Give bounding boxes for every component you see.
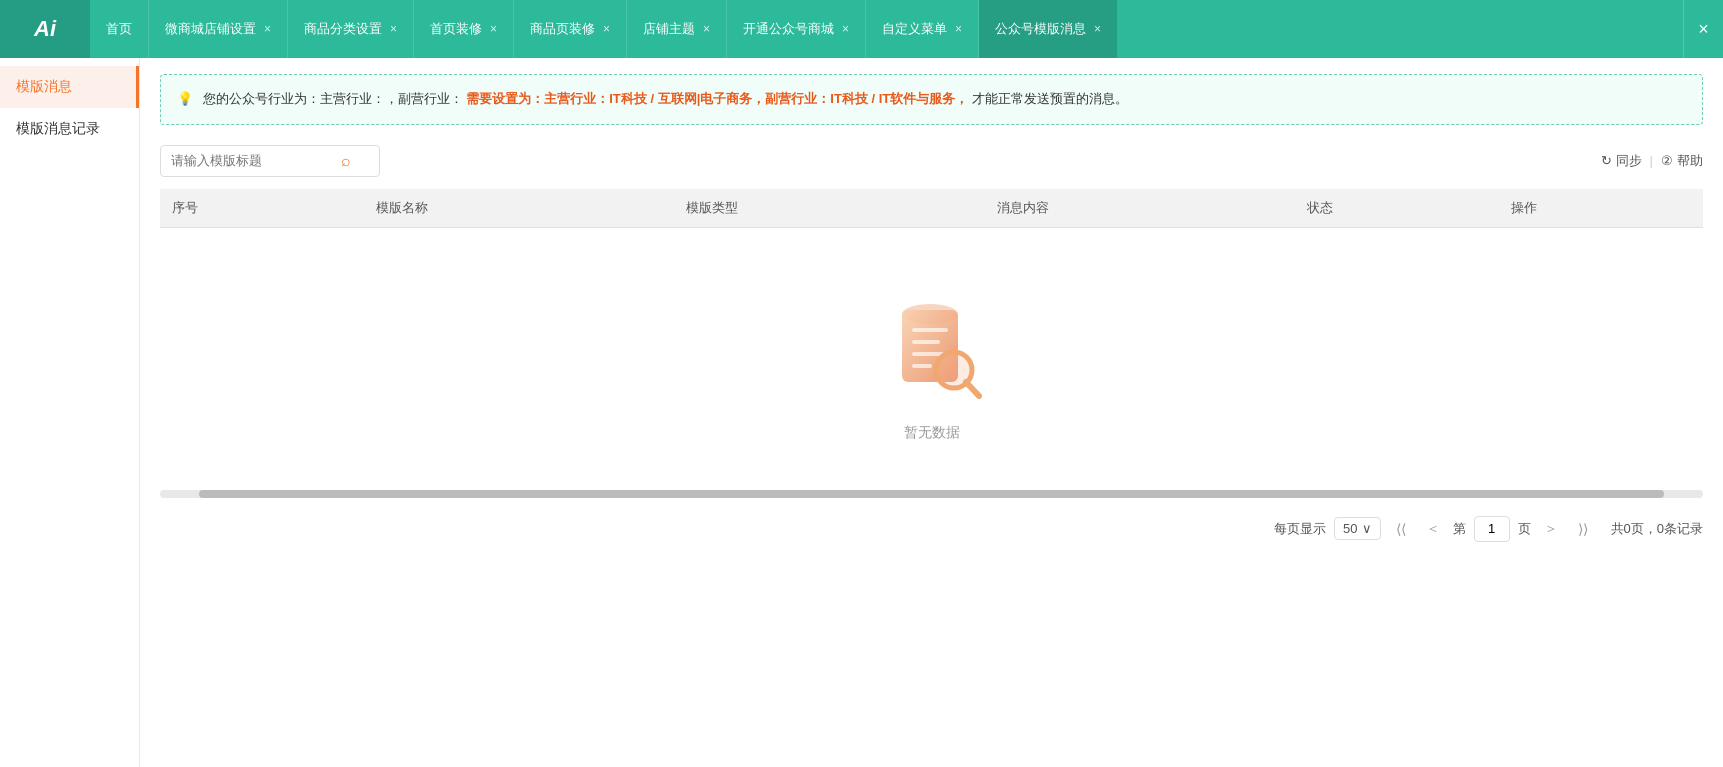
close-tab-icon[interactable]: × <box>390 22 397 36</box>
per-page-dropdown-icon: ∨ <box>1362 521 1372 536</box>
sidebar-item-模版消息[interactable]: 模版消息 <box>0 66 139 108</box>
last-page-button[interactable]: ⟩⟩ <box>1571 517 1595 541</box>
per-page-label: 每页显示 <box>1274 520 1326 538</box>
table-header: 序号模版名称模版类型消息内容状态操作 <box>160 189 1703 228</box>
total-info: 共0页，0条记录 <box>1611 520 1703 538</box>
table-col-type: 模版类型 <box>674 189 984 228</box>
data-table: 序号模版名称模版类型消息内容状态操作 <box>160 189 1703 228</box>
table-col-seq: 序号 <box>160 189 364 228</box>
close-tab-icon[interactable]: × <box>955 22 962 36</box>
search-input-wrapper[interactable]: ⌕ <box>160 145 380 177</box>
help-button[interactable]: ② 帮助 <box>1661 152 1703 170</box>
close-tab-icon[interactable]: × <box>264 22 271 36</box>
nav-tab-自定义菜单[interactable]: 自定义菜单× <box>866 0 979 58</box>
nav-tabs-container: 首页微商城店铺设置×商品分类设置×首页装修×商品页装修×店铺主题×开通公众号商城… <box>90 0 1683 58</box>
search-bar: ⌕ ↻ 同步 | ② 帮助 <box>160 145 1703 177</box>
main-layout: 模版消息模版消息记录 💡 您的公众号行业为：主营行业：，副营行业： 需要设置为：… <box>0 58 1723 767</box>
nav-tab-首页[interactable]: 首页 <box>90 0 149 58</box>
close-tab-icon[interactable]: × <box>603 22 610 36</box>
sync-icon: ↻ <box>1601 153 1612 168</box>
close-tab-icon[interactable]: × <box>490 22 497 36</box>
sync-label: 同步 <box>1616 152 1642 170</box>
app-logo: Ai <box>0 0 90 58</box>
help-label: 帮助 <box>1677 152 1703 170</box>
svg-rect-5 <box>912 364 932 368</box>
top-navigation: Ai 首页微商城店铺设置×商品分类设置×首页装修×商品页装修×店铺主题×开通公众… <box>0 0 1723 58</box>
toolbar-divider: | <box>1650 153 1653 168</box>
page-label: 第 <box>1453 520 1466 538</box>
pagination: 每页显示 50 ∨ ⟨⟨ ＜ 第 页 ＞ ⟩⟩ 共0页，0条记录 <box>160 506 1703 552</box>
sidebar-item-模版消息记录[interactable]: 模版消息记录 <box>0 108 139 150</box>
empty-state: 暂无数据 <box>160 228 1703 482</box>
table-header-row: 序号模版名称模版类型消息内容状态操作 <box>160 189 1703 228</box>
notice-icon: 💡 <box>177 91 193 106</box>
empty-illustration-svg <box>872 288 992 408</box>
nav-tab-微商城店铺设置[interactable]: 微商城店铺设置× <box>149 0 288 58</box>
nav-tab-商品页装修[interactable]: 商品页装修× <box>514 0 627 58</box>
toolbar-right: ↻ 同步 | ② 帮助 <box>1601 152 1703 170</box>
close-tab-icon[interactable]: × <box>703 22 710 36</box>
notice-text-prefix: 您的公众号行业为：主营行业：，副营行业： <box>203 91 463 106</box>
table-col-content: 消息内容 <box>985 189 1295 228</box>
horizontal-scrollbar[interactable] <box>160 490 1703 498</box>
nav-tab-首页装修[interactable]: 首页装修× <box>414 0 514 58</box>
notice-text-suffix: 才能正常发送预置的消息。 <box>972 91 1128 106</box>
table-col-name: 模版名称 <box>364 189 674 228</box>
svg-rect-3 <box>912 340 940 344</box>
sync-button[interactable]: ↻ 同步 <box>1601 152 1642 170</box>
empty-text: 暂无数据 <box>904 424 960 442</box>
page-unit: 页 <box>1518 520 1531 538</box>
per-page-value: 50 <box>1343 521 1357 536</box>
table-col-status: 状态 <box>1295 189 1499 228</box>
help-icon: ② <box>1661 153 1673 168</box>
next-page-button[interactable]: ＞ <box>1539 517 1563 541</box>
nav-tab-公众号模版消息[interactable]: 公众号模版消息× <box>979 0 1118 58</box>
nav-tab-开通公众号商城[interactable]: 开通公众号商城× <box>727 0 866 58</box>
svg-rect-2 <box>912 328 948 332</box>
scrollbar-thumb[interactable] <box>199 490 1665 498</box>
prev-page-button[interactable]: ＜ <box>1421 517 1445 541</box>
notice-banner: 💡 您的公众号行业为：主营行业：，副营行业： 需要设置为：主营行业：IT科技 /… <box>160 74 1703 125</box>
nav-tab-商品分类设置[interactable]: 商品分类设置× <box>288 0 414 58</box>
svg-rect-4 <box>912 352 944 356</box>
page-number-input[interactable] <box>1474 516 1510 542</box>
close-all-tabs-button[interactable]: × <box>1683 0 1723 58</box>
table-col-action: 操作 <box>1499 189 1703 228</box>
first-page-button[interactable]: ⟨⟨ <box>1389 517 1413 541</box>
sidebar: 模版消息模版消息记录 <box>0 58 140 767</box>
close-tab-icon[interactable]: × <box>842 22 849 36</box>
nav-tab-店铺主题[interactable]: 店铺主题× <box>627 0 727 58</box>
content-area: 💡 您的公众号行业为：主营行业：，副营行业： 需要设置为：主营行业：IT科技 /… <box>140 58 1723 767</box>
search-icon[interactable]: ⌕ <box>341 152 351 170</box>
search-input[interactable] <box>171 153 341 168</box>
svg-line-7 <box>966 382 979 396</box>
per-page-select[interactable]: 50 ∨ <box>1334 517 1380 540</box>
notice-highlight: 需要设置为：主营行业：IT科技 / 互联网|电子商务，副营行业：IT科技 / I… <box>466 91 968 106</box>
empty-illustration <box>872 288 992 408</box>
close-tab-icon[interactable]: × <box>1094 22 1101 36</box>
